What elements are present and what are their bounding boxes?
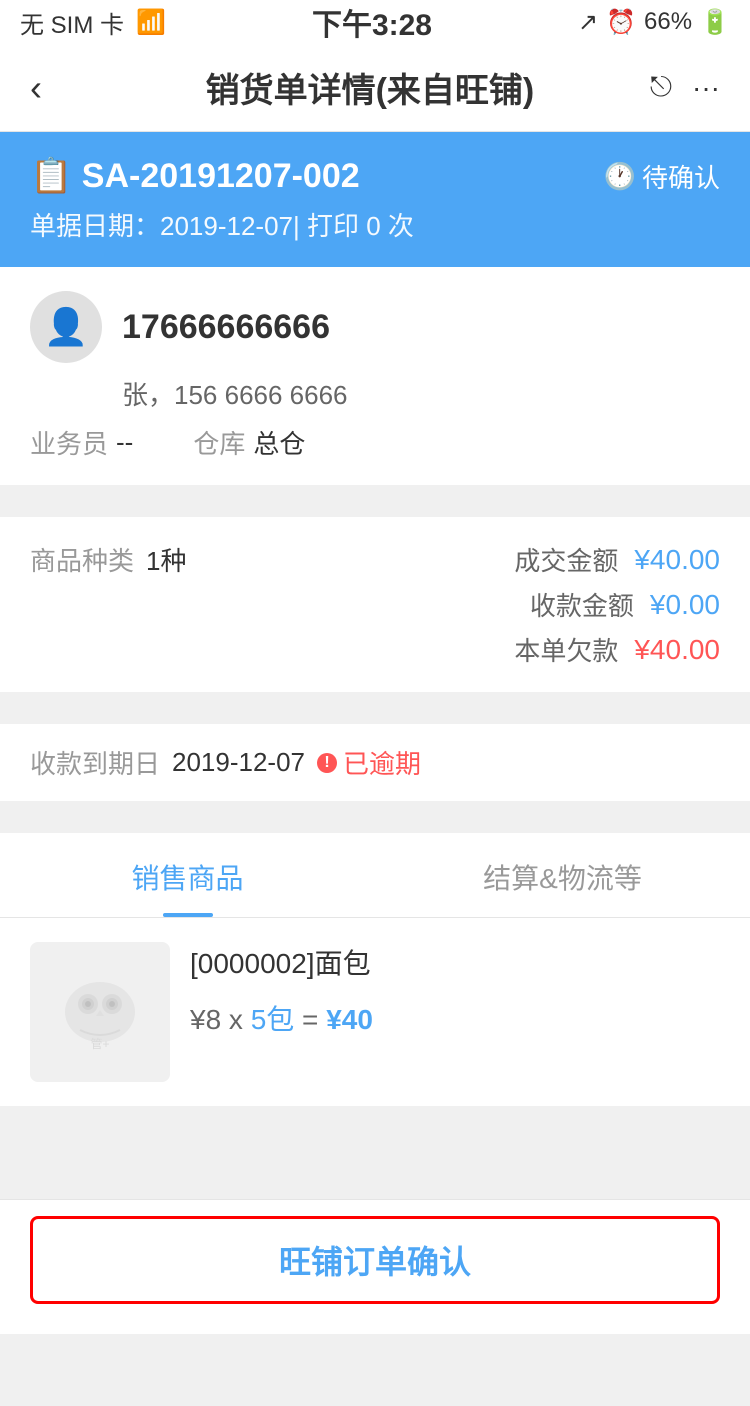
customer-phone: 17666666666 — [122, 308, 330, 347]
wifi-icon: 📶 — [136, 8, 166, 37]
stats-section: 商品种类 1种 成交金额 ¥40.00 收款金额 ¥0.00 本单欠款 ¥40.… — [0, 517, 750, 692]
salesperson-value: -- — [116, 427, 133, 458]
product-price: ¥8 x 5包 = ¥40 — [190, 998, 720, 1038]
tab-products[interactable]: 销售商品 — [0, 833, 375, 917]
customer-top: 👤 17666666666 — [30, 291, 720, 363]
product-type: 商品种类 1种 — [30, 541, 186, 578]
overdue-badge: ! 已逾期 — [317, 744, 421, 781]
location-icon: ↗ — [578, 8, 598, 37]
status-text: 待确认 — [642, 158, 720, 195]
product-owl-icon: 管+ — [50, 972, 150, 1052]
overdue-text: 已逾期 — [343, 744, 421, 781]
order-date: 单据日期：2019-12-07| 打印 0 次 — [30, 206, 720, 243]
avatar-icon: 👤 — [44, 306, 89, 348]
status-clock-icon: 🕐 — [604, 161, 636, 192]
alarm-icon: ⏰ — [606, 8, 636, 37]
warehouse-value: 总仓 — [253, 424, 305, 461]
received-label: 收款金额 — [530, 586, 634, 623]
product-type-value: 1种 — [146, 541, 186, 578]
bottom-bar: 旺铺订单确认 — [0, 1199, 750, 1334]
customer-section: 👤 17666666666 张，156 6666 6666 业务员 -- 仓库 … — [0, 267, 750, 485]
share-button[interactable]: ⎋ — [650, 71, 672, 104]
tabs-bar: 销售商品 结算&物流等 — [0, 833, 750, 918]
order-status: 🕐 待确认 — [604, 158, 720, 195]
battery-icon: 🔋 — [700, 8, 730, 37]
status-right: ↗ ⏰ 66% 🔋 — [578, 8, 730, 37]
overdue-icon: ! — [317, 753, 337, 773]
received-value: ¥0.00 — [650, 589, 720, 621]
product-image: 管+ — [30, 942, 170, 1082]
nav-bar: ‹ 销货单详情(来自旺铺) ⎋ ··· — [0, 44, 750, 132]
status-left: 无 SIM 卡 📶 — [20, 5, 166, 40]
product-info: [0000002]面包 ¥8 x 5包 = ¥40 — [190, 942, 720, 1082]
price-text: ¥8 x — [190, 1004, 251, 1035]
status-time: 下午3:28 — [312, 0, 432, 44]
status-bar: 无 SIM 卡 📶 下午3:28 ↗ ⏰ 66% 🔋 — [0, 0, 750, 44]
svg-text:管+: 管+ — [90, 1036, 109, 1051]
product-name: [0000002]面包 — [190, 942, 720, 982]
due-label: 收款到期日 — [30, 744, 160, 781]
customer-sub: 张，156 6666 6666 — [30, 375, 720, 412]
divider-2 — [0, 708, 750, 724]
order-id: 📋 SA-20191207-002 — [30, 156, 360, 196]
order-header: 📋 SA-20191207-002 🕐 待确认 单据日期：2019-12-07|… — [0, 132, 750, 267]
customer-meta: 业务员 -- 仓库 总仓 — [30, 424, 720, 461]
battery-text: 66% — [644, 8, 692, 36]
owed-row: 本单欠款 ¥40.00 — [514, 631, 720, 668]
stats-right: 成交金额 ¥40.00 收款金额 ¥0.00 本单欠款 ¥40.00 — [514, 541, 720, 668]
warehouse-label: 仓库 — [193, 424, 245, 461]
owed-value: ¥40.00 — [634, 634, 720, 666]
page-title: 销货单详情(来自旺铺) — [90, 63, 650, 112]
amount-row: 成交金额 ¥40.00 — [514, 541, 720, 578]
warehouse-item: 仓库 总仓 — [193, 424, 305, 461]
salesperson-label: 业务员 — [30, 424, 108, 461]
due-date-section: 收款到期日 2019-12-07 ! 已逾期 — [0, 724, 750, 801]
product-qty: 5包 — [251, 1004, 295, 1035]
product-item: 管+ [0000002]面包 ¥8 x 5包 = ¥40 — [0, 918, 750, 1106]
owed-label: 本单欠款 — [514, 631, 618, 668]
product-total: ¥40 — [326, 1004, 373, 1035]
tab-settlement[interactable]: 结算&物流等 — [375, 833, 750, 917]
carrier-text: 无 SIM 卡 — [20, 5, 124, 40]
received-row: 收款金额 ¥0.00 — [530, 586, 720, 623]
avatar: 👤 — [30, 291, 102, 363]
nav-actions: ⎋ ··· — [650, 71, 720, 104]
more-button[interactable]: ··· — [692, 72, 720, 104]
order-icon: 📋 — [30, 157, 82, 195]
confirm-button[interactable]: 旺铺订单确认 — [30, 1216, 720, 1304]
salesperson-item: 业务员 -- — [30, 424, 133, 461]
divider-3 — [0, 817, 750, 833]
due-date: 2019-12-07 — [172, 747, 305, 778]
tabs-section: 销售商品 结算&物流等 管+ [0000002]面包 ¥8 x 5包 = ¥40 — [0, 833, 750, 1106]
order-header-top: 📋 SA-20191207-002 🕐 待确认 — [30, 156, 720, 196]
price-separator: = — [294, 1004, 326, 1035]
amount-label: 成交金额 — [514, 541, 618, 578]
divider-1 — [0, 501, 750, 517]
amount-value: ¥40.00 — [634, 544, 720, 576]
product-type-label: 商品种类 — [30, 541, 134, 578]
back-button[interactable]: ‹ — [30, 67, 90, 109]
